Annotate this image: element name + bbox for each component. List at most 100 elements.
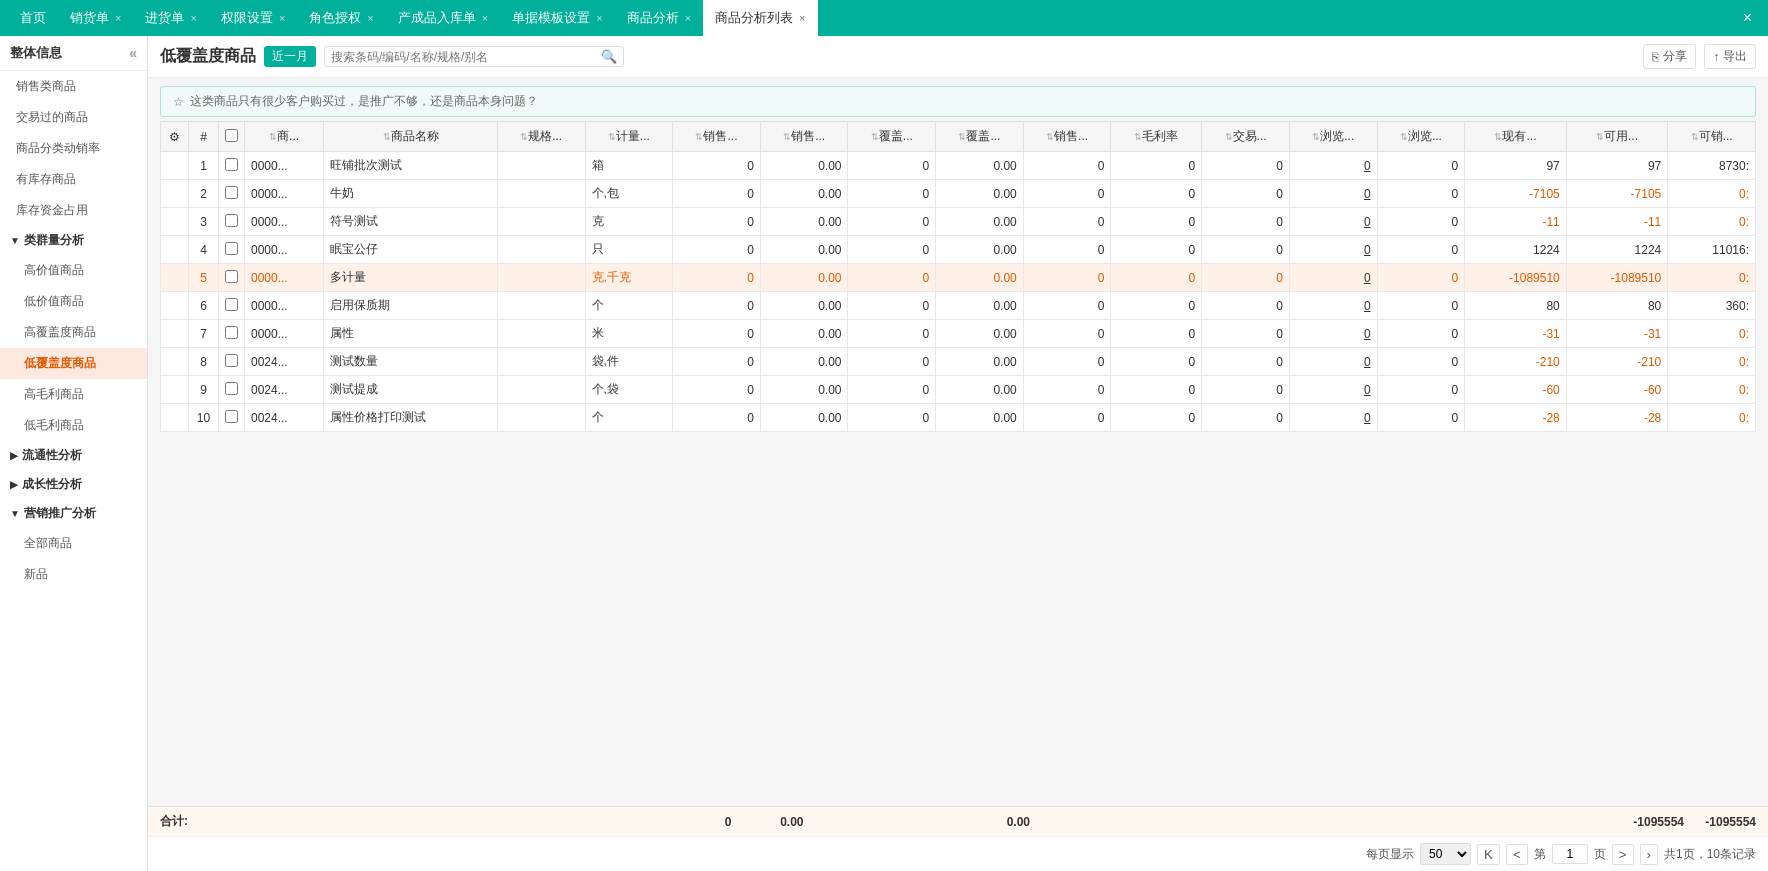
sales-amount-column-header[interactable]: ⇅销售... (760, 122, 848, 152)
nav-template-settings[interactable]: 单据模板设置 × (500, 0, 614, 36)
sidebar-item-category-turnover[interactable]: 商品分类动销率 (0, 133, 147, 164)
close-icon[interactable]: × (115, 12, 121, 24)
row-checkbox[interactable] (219, 404, 245, 432)
page-number-input[interactable] (1552, 844, 1588, 864)
row-name[interactable]: 测试提成 (324, 376, 498, 404)
row-checkbox[interactable] (219, 152, 245, 180)
row-browse1[interactable]: 0 (1289, 292, 1377, 320)
gross-rate-column-header[interactable]: ⇅毛利率 (1111, 122, 1202, 152)
browse2-column-header[interactable]: ⇅浏览... (1377, 122, 1465, 152)
sidebar-group-growth[interactable]: ▶成长性分析 (0, 470, 147, 499)
nav-permissions[interactable]: 权限设置 × (209, 0, 297, 36)
sidebar-group-cluster-analysis[interactable]: ▼类群量分析 (0, 226, 147, 255)
share-button[interactable]: ⎘ 分享 (1643, 44, 1696, 69)
sales-qty-column-header[interactable]: ⇅销售... (673, 122, 761, 152)
close-all-button[interactable]: × (1735, 9, 1760, 27)
close-icon[interactable]: × (190, 12, 196, 24)
name-column-header[interactable]: ⇅商品名称 (324, 122, 498, 152)
sidebar-item-sales-products[interactable]: 销售类商品 (0, 71, 147, 102)
row-name[interactable]: 牛奶 (324, 180, 498, 208)
row-browse1[interactable]: 0 (1289, 376, 1377, 404)
row-unit: 克 (585, 208, 673, 236)
settings-column-header[interactable]: ⚙ (161, 122, 189, 152)
coverage1-column-header[interactable]: ⇅覆盖... (848, 122, 936, 152)
date-filter-tag[interactable]: 近一月 (264, 46, 316, 67)
close-icon[interactable]: × (482, 12, 488, 24)
row-browse1[interactable]: 0 (1289, 348, 1377, 376)
last-page-button[interactable]: › (1640, 844, 1658, 865)
chevron-right-icon: ▶ (10, 450, 18, 461)
row-browse1[interactable]: 0 (1289, 208, 1377, 236)
close-icon[interactable]: × (596, 12, 602, 24)
sidebar-group-marketing[interactable]: ▼营销推广分析 (0, 499, 147, 528)
sidebar-item-traded-products[interactable]: 交易过的商品 (0, 102, 147, 133)
search-input[interactable] (331, 50, 601, 64)
row-name[interactable]: 属性 (324, 320, 498, 348)
nav-product-analysis[interactable]: 商品分析 × (615, 0, 703, 36)
row-name[interactable]: 启用保质期 (324, 292, 498, 320)
close-icon[interactable]: × (685, 12, 691, 24)
nav-finished-goods[interactable]: 产成品入库单 × (386, 0, 500, 36)
row-name[interactable]: 眠宝公仔 (324, 236, 498, 264)
row-browse1[interactable]: 0 (1289, 320, 1377, 348)
per-page-select[interactable]: 50 100 200 (1420, 843, 1471, 865)
sidebar-collapse-button[interactable]: « (129, 45, 137, 61)
sidebar-item-stocked-products[interactable]: 有库存商品 (0, 164, 147, 195)
nav-home[interactable]: 首页 (8, 0, 58, 36)
prev-page-button[interactable]: < (1506, 844, 1528, 865)
nav-role-auth[interactable]: 角色授权 × (297, 0, 385, 36)
checkbox-column-header[interactable] (219, 122, 245, 152)
nav-product-analysis-list[interactable]: 商品分析列表 × (703, 0, 817, 36)
sales-detail-column-header[interactable]: ⇅销售... (1023, 122, 1111, 152)
row-browse1[interactable]: 0 (1289, 264, 1377, 292)
select-all-checkbox[interactable] (225, 129, 238, 142)
row-checkbox[interactable] (219, 348, 245, 376)
search-icon[interactable]: 🔍 (601, 49, 617, 64)
row-browse1[interactable]: 0 (1289, 236, 1377, 264)
sidebar-item-new-products[interactable]: 新品 (0, 559, 147, 590)
row-browse1[interactable]: 0 (1289, 180, 1377, 208)
current-column-header[interactable]: ⇅现有... (1465, 122, 1567, 152)
unit-column-header[interactable]: ⇅计量... (585, 122, 673, 152)
row-checkbox[interactable] (219, 180, 245, 208)
row-name[interactable]: 属性价格打印测试 (324, 404, 498, 432)
row-name[interactable]: 旺铺批次测试 (324, 152, 498, 180)
sidebar-item-all-products[interactable]: 全部商品 (0, 528, 147, 559)
coverage2-column-header[interactable]: ⇅覆盖... (936, 122, 1024, 152)
close-icon[interactable]: × (799, 12, 805, 24)
sidebar-item-high-profit[interactable]: 高毛利商品 (0, 379, 147, 410)
next-page-button[interactable]: > (1612, 844, 1634, 865)
sidebar-item-high-value[interactable]: 高价值商品 (0, 255, 147, 286)
row-checkbox[interactable] (219, 236, 245, 264)
row-browse1[interactable]: 0 (1289, 152, 1377, 180)
row-checkbox[interactable] (219, 292, 245, 320)
nav-sales-order[interactable]: 销货单 × (58, 0, 133, 36)
sidebar-item-low-coverage[interactable]: 低覆盖度商品 (0, 348, 147, 379)
export-button[interactable]: ↑ 导出 (1704, 44, 1756, 69)
row-name[interactable]: 符号测试 (324, 208, 498, 236)
nav-purchase-order[interactable]: 进货单 × (133, 0, 208, 36)
code-column-header[interactable]: ⇅商... (245, 122, 324, 152)
spec-column-header[interactable]: ⇅规格... (497, 122, 585, 152)
saleable-column-header[interactable]: ⇅可销... (1668, 122, 1756, 152)
sidebar-group-circulation[interactable]: ▶流通性分析 (0, 441, 147, 470)
settings-cell (161, 376, 189, 404)
first-page-button[interactable]: K (1477, 844, 1500, 865)
available-column-header[interactable]: ⇅可用... (1566, 122, 1668, 152)
row-checkbox[interactable] (219, 208, 245, 236)
data-table-wrapper[interactable]: ⚙ # ⇅商... ⇅商品名称 ⇅规格... ⇅计量... ⇅销售... ⇅销售… (160, 121, 1756, 806)
sidebar-item-low-profit[interactable]: 低毛利商品 (0, 410, 147, 441)
sidebar-item-high-coverage[interactable]: 高覆盖度商品 (0, 317, 147, 348)
close-icon[interactable]: × (279, 12, 285, 24)
row-name[interactable]: 多计量 (324, 264, 498, 292)
trade-column-header[interactable]: ⇅交易... (1202, 122, 1290, 152)
browse1-column-header[interactable]: ⇅浏览... (1289, 122, 1377, 152)
row-name[interactable]: 测试数量 (324, 348, 498, 376)
close-icon[interactable]: × (367, 12, 373, 24)
row-checkbox[interactable] (219, 264, 245, 292)
sidebar-item-inventory-capital[interactable]: 库存资金占用 (0, 195, 147, 226)
row-checkbox[interactable] (219, 320, 245, 348)
sidebar-item-low-value[interactable]: 低价值商品 (0, 286, 147, 317)
row-checkbox[interactable] (219, 376, 245, 404)
row-browse1[interactable]: 0 (1289, 404, 1377, 432)
